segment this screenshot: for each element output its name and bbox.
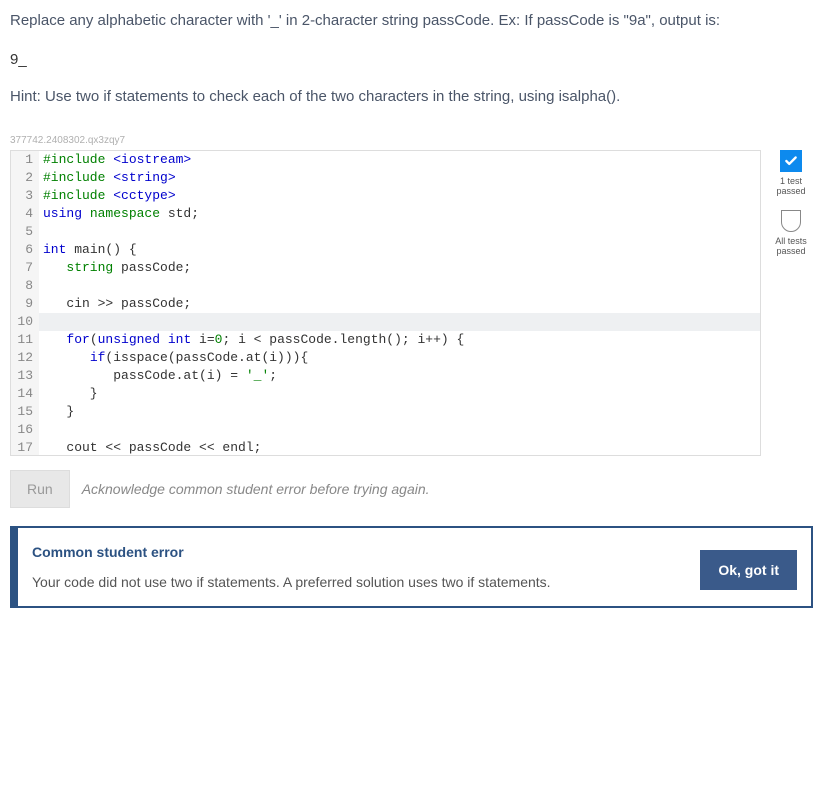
code-line[interactable]: 14 } [11,385,760,403]
code-text[interactable] [39,277,43,295]
code-text[interactable]: cout << passCode << endl; [39,439,261,456]
code-line[interactable]: 5 [11,223,760,241]
ok-got-it-button[interactable]: Ok, got it [700,550,797,590]
code-line[interactable]: 6int main() { [11,241,760,259]
code-text[interactable]: cin >> passCode; [39,295,191,313]
line-number: 10 [11,313,39,331]
shield-icon [781,210,801,232]
line-number: 8 [11,277,39,295]
line-number: 12 [11,349,39,367]
line-number: 6 [11,241,39,259]
code-line[interactable]: 17 cout << passCode << endl; [11,439,760,456]
hint-text: Hint: Use two if statements to check eac… [10,88,813,105]
all-tests-label: All tests passed [775,236,807,256]
code-text[interactable]: #include <string> [39,169,176,187]
run-message: Acknowledge common student error before … [82,481,430,497]
code-line[interactable]: 13 passCode.at(i) = '_'; [11,367,760,385]
run-button[interactable]: Run [10,470,70,508]
watermark: 377742.2408302.qx3zqy7 [10,135,813,146]
code-text[interactable]: #include <iostream> [39,151,191,169]
code-line[interactable]: 11 for(unsigned int i=0; i < passCode.le… [11,331,760,349]
code-line[interactable]: 16 [11,421,760,439]
line-number: 7 [11,259,39,277]
line-number: 11 [11,331,39,349]
status-column: 1 test passed All tests passed [769,150,813,456]
line-number: 15 [11,403,39,421]
code-line[interactable]: 15 } [11,403,760,421]
code-text[interactable]: } [39,403,74,421]
code-text[interactable]: if(isspace(passCode.at(i))){ [39,349,308,367]
code-text[interactable] [39,313,51,331]
alert-title: Common student error [32,544,551,560]
alert-body: Your code did not use two if statements.… [32,574,551,590]
line-number: 5 [11,223,39,241]
code-editor[interactable]: 1#include <iostream>2#include <string>3#… [10,150,761,456]
code-line[interactable]: 8 [11,277,760,295]
code-text[interactable]: string passCode; [39,259,191,277]
line-number: 9 [11,295,39,313]
one-test-label: 1 test passed [776,176,805,196]
line-number: 16 [11,421,39,439]
line-number: 1 [11,151,39,169]
code-text[interactable]: int main() { [39,241,137,259]
code-text[interactable] [39,223,43,241]
code-text[interactable]: } [39,385,98,403]
line-number: 4 [11,205,39,223]
code-text[interactable]: #include <cctype> [39,187,176,205]
one-test-passed-badge: 1 test passed [776,150,805,196]
code-line[interactable]: 3#include <cctype> [11,187,760,205]
line-number: 14 [11,385,39,403]
code-text[interactable]: for(unsigned int i=0; i < passCode.lengt… [39,331,464,349]
line-number: 2 [11,169,39,187]
code-text[interactable]: using namespace std; [39,205,199,223]
code-line[interactable]: 10 [11,313,760,331]
code-text[interactable] [39,421,43,439]
code-line[interactable]: 7 string passCode; [11,259,760,277]
error-alert: Common student error Your code did not u… [10,526,813,608]
code-line[interactable]: 1#include <iostream> [11,151,760,169]
example-output: 9_ [10,51,813,68]
all-tests-badge: All tests passed [775,210,807,256]
code-line[interactable]: 12 if(isspace(passCode.at(i))){ [11,349,760,367]
code-text[interactable]: passCode.at(i) = '_'; [39,367,277,385]
line-number: 17 [11,439,39,456]
code-line[interactable]: 2#include <string> [11,169,760,187]
line-number: 13 [11,367,39,385]
line-number: 3 [11,187,39,205]
problem-statement: Replace any alphabetic character with '_… [10,10,813,31]
code-line[interactable]: 4using namespace std; [11,205,760,223]
check-icon [780,150,802,172]
code-line[interactable]: 9 cin >> passCode; [11,295,760,313]
